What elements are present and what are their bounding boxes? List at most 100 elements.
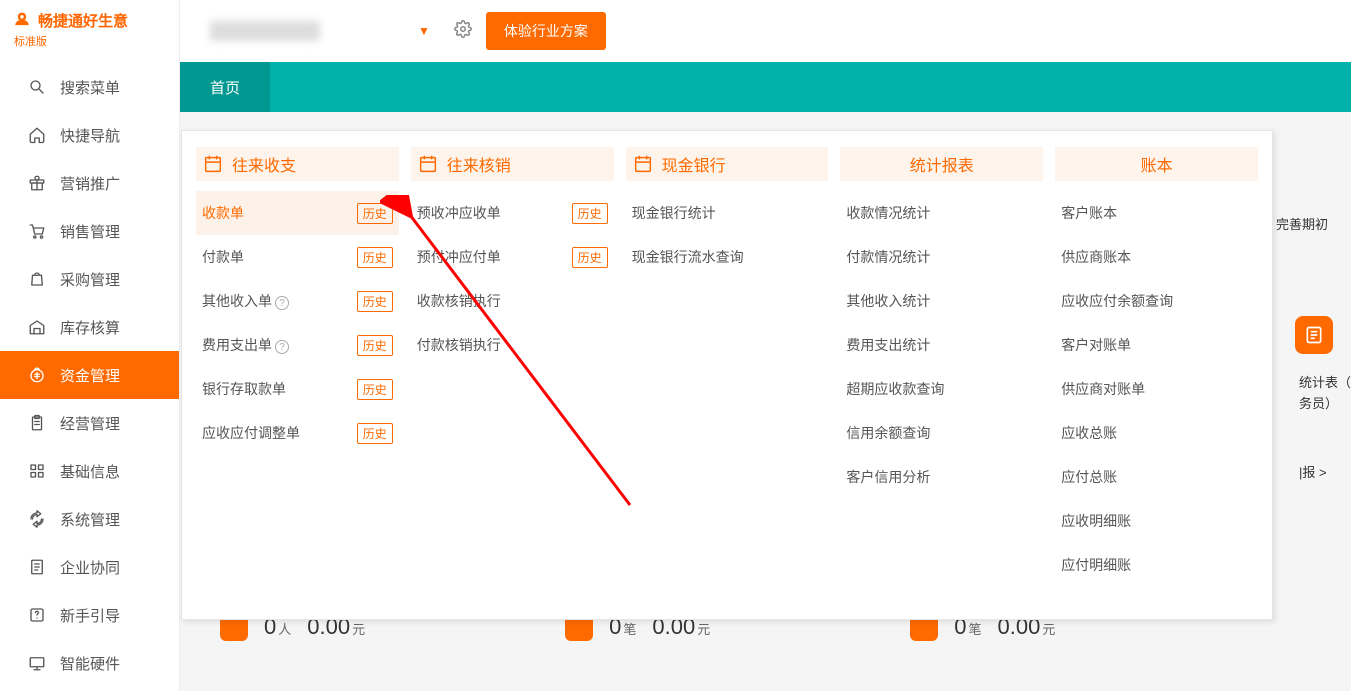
loop-icon (28, 510, 46, 528)
mega-item[interactable]: 付款单 历史 (196, 235, 399, 279)
mega-column-header: 现金银行 (626, 147, 829, 181)
sidebar-item-label: 基础信息 (60, 461, 120, 482)
mega-item-label: 预付冲应付单 (417, 247, 501, 267)
sidebar-item-tv[interactable]: 智能硬件 (0, 639, 179, 687)
mega-item[interactable]: 收款单 历史 (196, 191, 399, 235)
mega-item[interactable]: 现金银行统计 (626, 191, 829, 235)
mega-item-label: 付款核销执行 (417, 335, 501, 355)
mega-item-label: 应收总账 (1061, 423, 1117, 443)
mega-item[interactable]: 供应商账本 (1055, 235, 1258, 279)
mega-item-label: 费用支出统计 (846, 335, 930, 355)
org-selector[interactable]: ▼ (200, 21, 440, 41)
sidebar-item-money[interactable]: 资金管理 (0, 351, 179, 399)
history-tag[interactable]: 历史 (357, 203, 393, 224)
history-tag[interactable]: 历史 (357, 247, 393, 268)
mega-item-label: 超期应收款查询 (846, 379, 944, 399)
mega-item[interactable]: 客户信用分析 (840, 455, 1043, 499)
help-icon (28, 606, 46, 624)
mega-item[interactable]: 应收总账 (1055, 411, 1258, 455)
mega-item-label: 应收应付余额查询 (1061, 291, 1173, 311)
mega-item[interactable]: 费用支出统计 (840, 323, 1043, 367)
mega-item[interactable]: 供应商对账单 (1055, 367, 1258, 411)
mega-item[interactable]: 收款情况统计 (840, 191, 1043, 235)
mega-item-label: 供应商对账单 (1061, 379, 1145, 399)
mega-item-label: 付款情况统计 (846, 247, 930, 267)
mega-item[interactable]: 信用余额查询 (840, 411, 1043, 455)
sidebar-item-bag[interactable]: 采购管理 (0, 255, 179, 303)
history-tag[interactable]: 历史 (357, 423, 393, 444)
sidebar-item-clipboard[interactable]: 经营管理 (0, 399, 179, 447)
mega-item[interactable]: 预付冲应付单 历史 (411, 235, 614, 279)
mega-item[interactable]: 付款情况统计 (840, 235, 1043, 279)
mega-item[interactable]: 预收冲应收单 历史 (411, 191, 614, 235)
sidebar-item-home[interactable]: 快捷导航 (0, 111, 179, 159)
mega-item-label: 应付总账 (1061, 467, 1117, 487)
history-tag[interactable]: 历史 (572, 203, 608, 224)
mega-column: 统计报表收款情况统计付款情况统计其他收入统计费用支出统计超期应收款查询信用余额查… (840, 147, 1043, 603)
tabbar: 首页 (180, 62, 1351, 112)
edition-badge: 标准版 (14, 33, 167, 49)
mega-item[interactable]: 银行存取款单 历史 (196, 367, 399, 411)
mega-item[interactable]: 付款核销执行 (411, 323, 614, 367)
mega-item[interactable]: 费用支出单?历史 (196, 323, 399, 367)
mega-item[interactable]: 其他收入统计 (840, 279, 1043, 323)
history-tag[interactable]: 历史 (572, 247, 608, 268)
mega-item[interactable]: 其他收入单? 历史 (196, 279, 399, 323)
help-icon[interactable]: ? (275, 296, 289, 310)
sidebar-item-cart[interactable]: 销售管理 (0, 207, 179, 255)
note-icon (28, 558, 46, 576)
sidebar-item-help[interactable]: 新手引导 (0, 591, 179, 639)
gear-icon[interactable] (454, 20, 472, 43)
sidebar-item-warehouse[interactable]: 库存核算 (0, 303, 179, 351)
sidebar-item-note[interactable]: 企业协同 (0, 543, 179, 591)
mega-item-label: 收款情况统计 (846, 203, 930, 223)
mega-item[interactable]: 收款核销执行 (411, 279, 614, 323)
sidebar-item-label: 智能硬件 (60, 653, 120, 674)
sidebar-item-label: 采购管理 (60, 269, 120, 290)
mega-item[interactable]: 现金银行流水查询 (626, 235, 829, 279)
bg-right-fragments: 完善期初 (1276, 150, 1351, 253)
mega-item-label: 现金银行统计 (632, 203, 716, 223)
sidebar-item-gift[interactable]: 营销推广 (0, 159, 179, 207)
tab-home[interactable]: 首页 (180, 62, 270, 112)
mega-item[interactable]: 超期应收款查询 (840, 367, 1043, 411)
fragment: 完善期初 (1276, 215, 1351, 235)
brand-logo-icon (12, 11, 32, 31)
sidebar-item-loop[interactable]: 系统管理 (0, 495, 179, 543)
mega-item-label: 银行存取款单 (202, 379, 286, 399)
money-icon (28, 366, 46, 384)
history-tag[interactable]: 历史 (357, 379, 393, 400)
mega-item-label: 其他收入单? (202, 291, 289, 311)
history-tag[interactable]: 历史 (357, 335, 393, 356)
floating-quick-icon[interactable] (1295, 316, 1333, 354)
sidebar-item-search[interactable]: 搜索菜单 (0, 63, 179, 111)
mega-column-title: 现金银行 (662, 152, 726, 176)
mega-column-title: 账本 (1141, 152, 1173, 176)
cart-icon (28, 222, 46, 240)
mega-item-label: 信用余额查询 (846, 423, 930, 443)
mega-item-label: 现金银行流水查询 (632, 247, 744, 267)
mega-item-label: 客户对账单 (1061, 335, 1131, 355)
mega-item-label: 预收冲应收单 (417, 203, 501, 223)
mega-item-label: 收款单 (202, 203, 244, 223)
mega-item[interactable]: 应收应付余额查询 (1055, 279, 1258, 323)
mega-item[interactable]: 应收应付调整单历史 (196, 411, 399, 455)
mega-item[interactable]: 客户账本 (1055, 191, 1258, 235)
history-tag[interactable]: 历史 (357, 291, 393, 312)
mega-item[interactable]: 应收明细账 (1055, 499, 1258, 543)
sidebar-item-label: 企业协同 (60, 557, 120, 578)
mega-item-label: 客户信用分析 (846, 467, 930, 487)
mega-column: 往来收支收款单历史付款单历史其他收入单?历史费用支出单?历史银行存取款单历史应收… (196, 147, 399, 603)
industry-plan-button[interactable]: 体验行业方案 (486, 12, 606, 50)
sidebar-item-grid[interactable]: 基础信息 (0, 447, 179, 495)
help-icon[interactable]: ? (275, 340, 289, 354)
brand-name: 畅捷通好生意 (38, 10, 128, 31)
mega-item[interactable]: 客户对账单 (1055, 323, 1258, 367)
mega-item[interactable]: 应付明细账 (1055, 543, 1258, 587)
mega-column: 往来核销预收冲应收单历史预付冲应付单历史收款核销执行付款核销执行 (411, 147, 614, 603)
mega-item[interactable]: 应付总账 (1055, 455, 1258, 499)
chevron-down-icon: ▼ (418, 24, 430, 38)
mega-item-label: 付款单 (202, 247, 244, 267)
warehouse-icon (28, 318, 46, 336)
mega-column-title: 往来核销 (447, 152, 511, 176)
